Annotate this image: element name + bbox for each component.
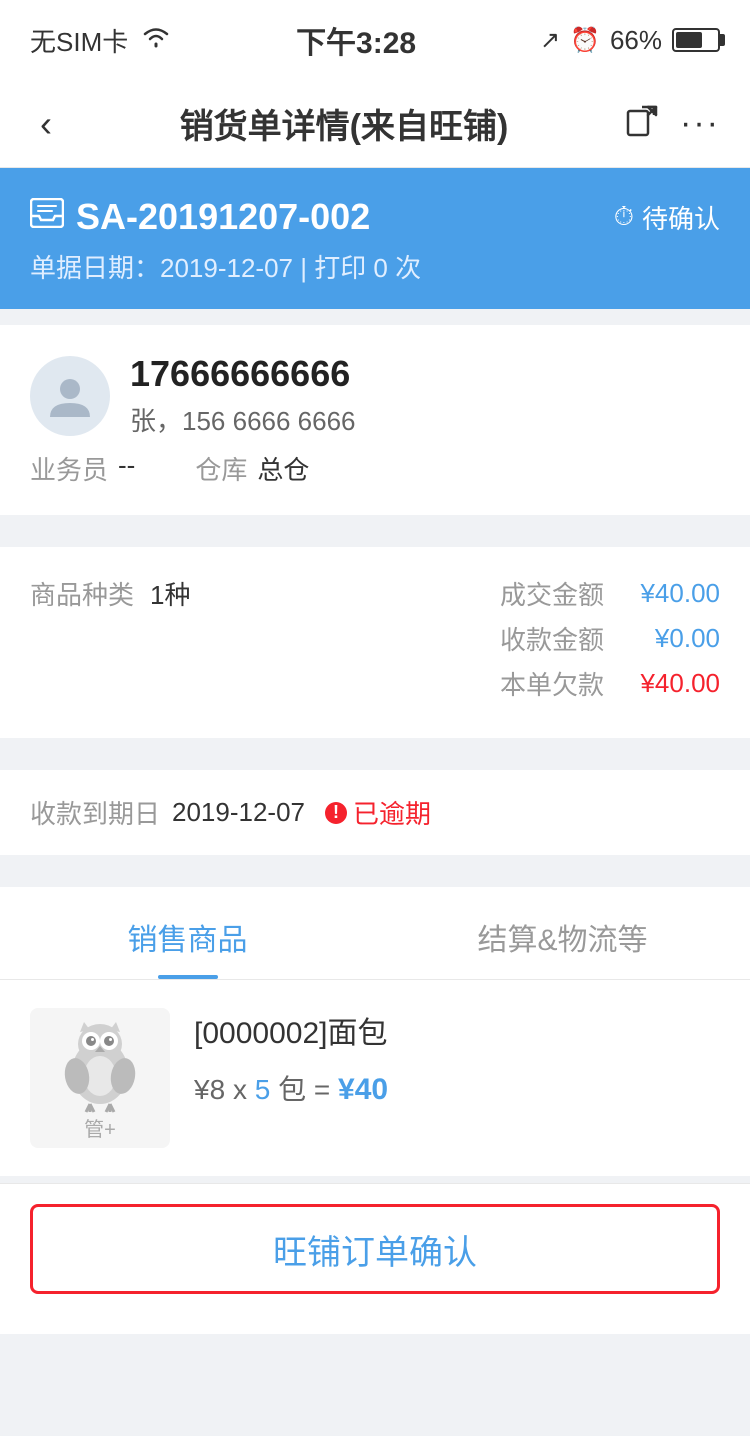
status-text: 待确认: [642, 199, 720, 236]
amounts-row: 商品种类 1种 成交金额 ¥40.00 收款金额 ¥0.00 本单欠款 ¥40.…: [30, 575, 720, 710]
product-price-row: ¥8 x 5 包 = ¥40: [194, 1068, 720, 1108]
page-title: 销货单详情(来自旺铺): [180, 99, 509, 148]
transaction-amount-label: 成交金额: [500, 575, 604, 612]
nav-actions: ···: [626, 103, 720, 145]
tabs-section: 销售商品 结算&物流等: [0, 887, 750, 980]
sales-rep-label: 业务员: [30, 450, 108, 487]
status-bar-left: 无SIM卡: [30, 22, 172, 59]
product-info: [0000002]面包 ¥8 x 5 包 = ¥40: [194, 1008, 720, 1108]
due-date-section: 收款到期日 2019-12-07 ! 已逾期: [0, 770, 750, 855]
warehouse-value: 总仓: [257, 450, 309, 487]
battery-label: 66%: [610, 25, 662, 56]
overdue-icon: !: [325, 802, 347, 824]
due-date-value: 2019-12-07: [172, 797, 305, 828]
warehouse-label: 仓库: [195, 450, 247, 487]
nav-bar: ‹ 销货单详情(来自旺铺) ···: [0, 80, 750, 168]
back-button[interactable]: ‹: [30, 93, 62, 155]
order-header-card: SA-20191207-002 ⏱ 待确认 单据日期：2019-12-07 | …: [0, 168, 750, 309]
product-qty: 5: [255, 1074, 271, 1105]
sales-rep-value: --: [118, 450, 135, 487]
status-bar-right: ↗ ⏰ 66%: [540, 25, 720, 56]
due-amount-label: 本单欠款: [500, 665, 604, 702]
customer-name: 张，156 6666 6666: [130, 401, 356, 438]
received-amount-line: 收款金额 ¥0.00: [500, 620, 720, 657]
transaction-amount-value: ¥40.00: [620, 578, 720, 609]
order-inbox-icon: [30, 198, 64, 236]
location-icon: ↗: [540, 26, 560, 55]
received-amount-value: ¥0.00: [620, 623, 720, 654]
order-id: SA-20191207-002: [76, 196, 370, 238]
customer-meta: 业务员 -- 仓库 总仓: [30, 450, 720, 487]
transaction-amount-line: 成交金额 ¥40.00: [500, 575, 720, 612]
order-number-row: SA-20191207-002 ⏱ 待确认: [30, 196, 720, 238]
amounts-section: 商品种类 1种 成交金额 ¥40.00 收款金额 ¥0.00 本单欠款 ¥40.…: [0, 547, 750, 738]
avatar: [30, 356, 110, 436]
tab-sales-products[interactable]: 销售商品: [0, 887, 375, 979]
customer-phone: 17666666666: [130, 353, 356, 395]
customer-info: 17666666666 张，156 6666 6666: [130, 353, 356, 438]
due-amount-line: 本单欠款 ¥40.00: [500, 665, 720, 702]
customer-row: 17666666666 张，156 6666 6666: [30, 353, 720, 438]
battery-icon: [672, 28, 720, 52]
divider-4: [0, 871, 750, 887]
confirm-order-button[interactable]: 旺铺订单确认: [30, 1204, 720, 1294]
due-amount-value: ¥40.00: [620, 668, 720, 699]
sales-rep-item: 业务员 --: [30, 450, 135, 487]
alarm-icon: ⏰: [570, 26, 600, 55]
order-number: SA-20191207-002: [30, 196, 370, 238]
product-item: 管+ [0000002]面包 ¥8 x 5 包 = ¥40: [0, 980, 750, 1176]
bottom-btn-area: 旺铺订单确认: [0, 1183, 750, 1334]
wifi-icon: [140, 24, 172, 57]
status-bar: 无SIM卡 下午3:28 ↗ ⏰ 66%: [0, 0, 750, 80]
received-amount-label: 收款金额: [500, 620, 604, 657]
tab-settlement[interactable]: 结算&物流等: [375, 887, 750, 979]
amounts-right: 成交金额 ¥40.00 收款金额 ¥0.00 本单欠款 ¥40.00: [500, 575, 720, 710]
more-icon[interactable]: ···: [680, 104, 720, 143]
customer-section: 17666666666 张，156 6666 6666 业务员 -- 仓库 总仓: [0, 325, 750, 515]
order-status: ⏱ 待确认: [614, 199, 720, 236]
overdue-badge: ! 已逾期: [325, 794, 431, 831]
divider-3: [0, 754, 750, 770]
divider-1: [0, 309, 750, 325]
product-name: [0000002]面包: [194, 1008, 720, 1052]
clock-icon: ⏱: [614, 201, 634, 233]
product-brand-label: 管+: [50, 1113, 150, 1142]
share-icon[interactable]: [626, 103, 660, 145]
product-type-info: 商品种类 1种: [30, 575, 190, 612]
carrier-label: 无SIM卡: [30, 22, 128, 59]
product-type-value: 1种: [150, 575, 190, 612]
due-date-label: 收款到期日: [30, 794, 160, 831]
product-thumbnail: 管+: [30, 1008, 170, 1148]
overdue-text: 已逾期: [353, 794, 431, 831]
status-bar-time: 下午3:28: [296, 18, 416, 62]
product-image-placeholder: 管+: [50, 1014, 150, 1142]
order-date: 单据日期：2019-12-07 | 打印 0 次: [30, 248, 720, 285]
product-total: ¥40: [338, 1073, 388, 1106]
warehouse-item: 仓库 总仓: [195, 450, 309, 487]
product-type-label: 商品种类: [30, 575, 134, 612]
divider-2: [0, 531, 750, 547]
